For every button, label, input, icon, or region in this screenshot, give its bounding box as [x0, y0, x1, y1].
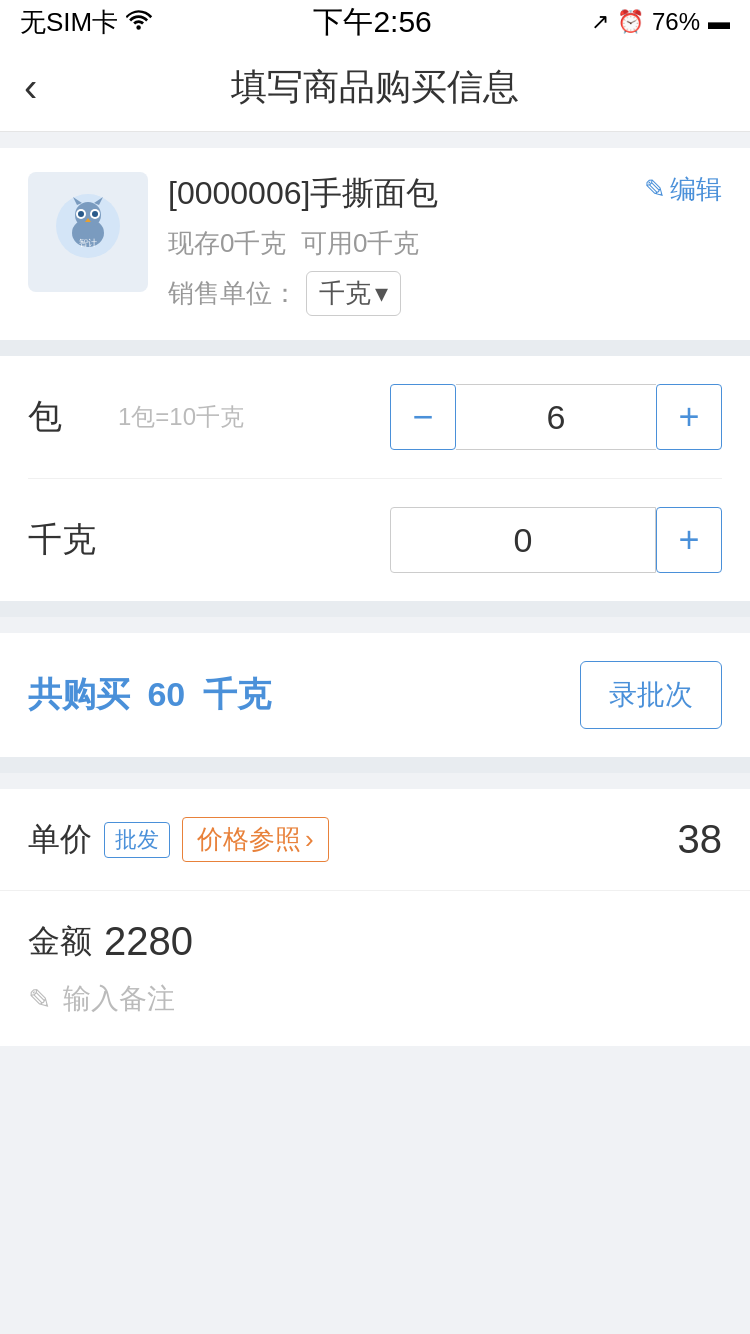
empty-space	[0, 1046, 750, 1334]
product-card: 智计 [0000006]手撕面包 ✎ 编辑 现存0千克 可用0千克 销售单位： …	[0, 148, 750, 340]
unit-arrow-icon: ▾	[375, 278, 388, 309]
status-right: ↗ ⏰ 76% ▬	[591, 8, 730, 36]
svg-text:智计: 智计	[79, 238, 97, 248]
product-unit: 销售单位： 千克 ▾	[168, 271, 722, 316]
bao-label: 包	[28, 394, 108, 440]
total-amount: 60	[147, 675, 185, 713]
kg-label: 千克	[28, 517, 108, 563]
bao-hint: 1包=10千克	[118, 401, 390, 433]
bao-input[interactable]	[456, 384, 656, 450]
product-logo: 智计	[53, 191, 123, 273]
product-thumbnail: 智计	[28, 172, 148, 292]
wholesale-tag: 批发	[104, 822, 170, 858]
battery-icon: ▬	[708, 9, 730, 35]
amount-label: 金额	[28, 920, 92, 964]
amount-row: 金额 2280	[28, 919, 722, 964]
status-left: 无SIM卡	[20, 5, 154, 40]
note-icon: ✎	[28, 983, 51, 1016]
separator-2	[0, 601, 750, 617]
gps-icon: ↗	[591, 9, 609, 35]
note-placeholder: 输入备注	[63, 980, 175, 1018]
price-section: 单价 批发 价格参照 › 38	[0, 789, 750, 890]
batch-button[interactable]: 录批次	[580, 661, 722, 729]
bao-plus-button[interactable]: +	[656, 384, 722, 450]
svg-point-5	[78, 211, 84, 217]
product-stock: 现存0千克 可用0千克	[168, 226, 722, 261]
total-text: 共购买 60 千克	[28, 672, 271, 718]
product-info: [0000006]手撕面包 ✎ 编辑 现存0千克 可用0千克 销售单位： 千克 …	[168, 172, 722, 316]
price-left: 单价 批发 价格参照 ›	[28, 817, 329, 862]
status-bar: 无SIM卡 下午2:56 ↗ ⏰ 76% ▬	[0, 0, 750, 44]
no-sim-label: 无SIM卡	[20, 5, 118, 40]
page-title: 填写商品购买信息	[231, 63, 519, 112]
edit-button[interactable]: ✎ 编辑	[644, 172, 722, 207]
nav-bar: ‹ 填写商品购买信息	[0, 44, 750, 132]
back-button[interactable]: ‹	[24, 65, 37, 110]
unit-selector[interactable]: 千克 ▾	[306, 271, 401, 316]
price-ref-arrow-icon: ›	[305, 824, 314, 855]
status-time: 下午2:56	[313, 2, 431, 43]
price-ref-button[interactable]: 价格参照 ›	[182, 817, 329, 862]
bao-input-section: 包 1包=10千克 − + 千克 +	[0, 356, 750, 601]
kg-stepper: +	[390, 507, 722, 573]
bao-row: 包 1包=10千克 − +	[28, 356, 722, 479]
kg-row: 千克 +	[28, 479, 722, 601]
price-ref-label: 价格参照	[197, 822, 301, 857]
svg-point-6	[92, 211, 98, 217]
edit-icon: ✎	[644, 174, 666, 205]
price-label: 单价	[28, 818, 92, 862]
amount-section: 金额 2280 ✎ 输入备注	[0, 890, 750, 1046]
price-value: 38	[678, 817, 723, 862]
note-row[interactable]: ✎ 输入备注	[28, 980, 722, 1018]
product-name: [0000006]手撕面包	[168, 172, 438, 216]
battery-percent: 76%	[652, 8, 700, 36]
kg-plus-button[interactable]: +	[656, 507, 722, 573]
alarm-icon: ⏰	[617, 9, 644, 35]
total-section: 共购买 60 千克 录批次	[0, 633, 750, 757]
bao-minus-button[interactable]: −	[390, 384, 456, 450]
bao-stepper: − +	[390, 384, 722, 450]
edit-label: 编辑	[670, 172, 722, 207]
kg-input[interactable]	[390, 507, 656, 573]
separator-3	[0, 757, 750, 773]
amount-value: 2280	[104, 919, 193, 964]
wifi-icon	[126, 7, 154, 38]
separator-1	[0, 340, 750, 356]
